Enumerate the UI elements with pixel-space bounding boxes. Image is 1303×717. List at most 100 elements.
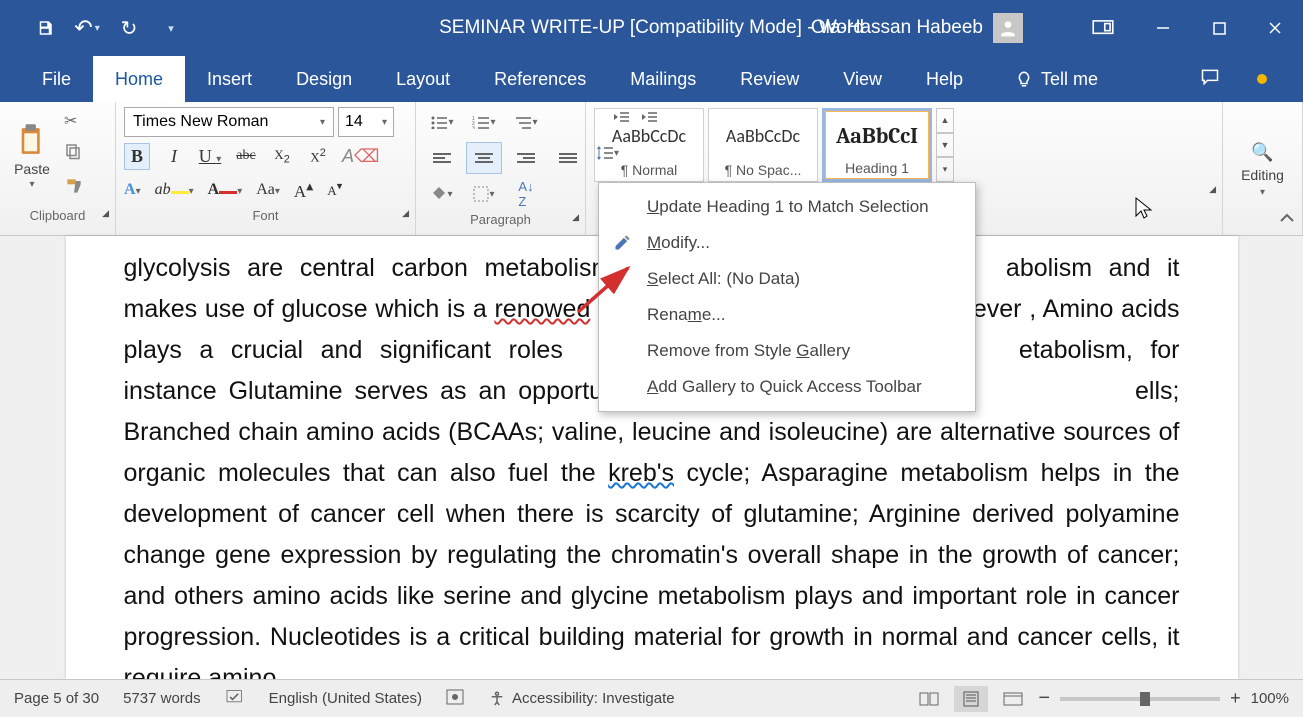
tab-review[interactable]: Review <box>718 56 821 102</box>
font-group-label: Font◢ <box>124 206 407 225</box>
style-preview: AaBbCcI <box>825 111 929 160</box>
copy-button[interactable] <box>64 142 84 165</box>
underline-button[interactable]: U ▾ <box>198 146 222 167</box>
paragraph-dialog-launcher[interactable]: ◢ <box>572 212 579 223</box>
group-font: Times New Roman▾ 14▾ B I U ▾ abc X2 X2 A… <box>116 102 416 235</box>
status-language[interactable]: English (United States) <box>269 690 422 707</box>
save-button[interactable] <box>28 14 62 42</box>
highlight-button[interactable]: ab▾ <box>155 181 194 199</box>
view-read-mode[interactable] <box>912 686 946 712</box>
italic-button[interactable]: I <box>162 146 186 167</box>
menu-rename[interactable]: Rename... <box>599 297 975 333</box>
menu-remove-from-gallery[interactable]: Remove from Style Gallery <box>599 333 975 369</box>
paste-button[interactable]: Paste ▾ <box>8 106 56 206</box>
status-bar: Page 5 of 30 5737 words English (United … <box>0 679 1303 717</box>
redo-button[interactable]: ↻ <box>112 14 146 42</box>
tab-file[interactable]: File <box>20 56 93 102</box>
user-name-label: Ola-Hassan Habeeb <box>811 17 983 39</box>
comments-icon[interactable] <box>1199 67 1221 92</box>
sort-button[interactable]: A↓Z <box>508 178 544 210</box>
align-right-button[interactable] <box>508 142 544 174</box>
tab-layout[interactable]: Layout <box>374 56 472 102</box>
maximize-button[interactable] <box>1191 0 1247 56</box>
tab-mailings[interactable]: Mailings <box>608 56 718 102</box>
style-preview: AaBbCcDc <box>709 109 817 162</box>
tell-me-label: Tell me <box>1041 69 1098 90</box>
status-macros-icon[interactable] <box>446 689 464 709</box>
zoom-out-button[interactable]: − <box>1038 687 1050 710</box>
tab-design[interactable]: Design <box>274 56 374 102</box>
undo-button[interactable]: ↶▾ <box>70 14 104 42</box>
font-name-combo[interactable]: Times New Roman▾ <box>124 107 334 137</box>
ribbon-display-options[interactable] <box>1083 8 1123 48</box>
clear-formatting-button[interactable]: A⌫ <box>342 146 366 167</box>
window-controls <box>1135 0 1303 56</box>
tab-insert[interactable]: Insert <box>185 56 274 102</box>
align-center-button[interactable] <box>466 142 502 174</box>
group-clipboard: Paste ▾ ✂ Clipboard◢ <box>0 102 116 235</box>
status-accessibility[interactable]: Accessibility: Investigate <box>488 690 675 708</box>
zoom-slider[interactable] <box>1060 697 1220 701</box>
tab-references[interactable]: References <box>472 56 608 102</box>
style-no-spacing[interactable]: AaBbCcDc ¶ No Spac... <box>708 108 818 182</box>
group-paragraph: ▾ 123▾ ▾ ▾ ▾ A↓Z ▾ Paragraph◢ <box>416 102 586 235</box>
close-button[interactable] <box>1247 0 1303 56</box>
status-word-count[interactable]: 5737 words <box>123 690 201 707</box>
superscript-button[interactable]: X2 <box>306 147 330 165</box>
shrink-font-button[interactable]: A▾ <box>327 180 342 200</box>
editing-label[interactable]: Editing <box>1241 167 1284 183</box>
strikethrough-button[interactable]: abc <box>234 148 258 164</box>
style-name-label: Heading 1 <box>825 160 929 179</box>
styles-dialog-launcher[interactable]: ◢ <box>1209 184 1216 195</box>
style-heading-1[interactable]: AaBbCcI Heading 1 <box>822 108 932 182</box>
grow-font-button[interactable]: A▴ <box>294 178 313 202</box>
font-size-combo[interactable]: 14▾ <box>338 107 394 137</box>
menu-modify[interactable]: Modify... <box>599 225 975 261</box>
tab-home[interactable]: Home <box>93 56 185 102</box>
text-effects-button[interactable]: A▾ <box>124 181 141 199</box>
spelling-status-icon[interactable] <box>225 689 245 709</box>
subscript-button[interactable]: X2 <box>270 147 294 166</box>
change-case-button[interactable]: Aa▾ <box>256 181 280 199</box>
format-painter-button[interactable] <box>64 176 84 201</box>
line-spacing-button[interactable]: ▾ <box>596 144 619 162</box>
tab-view[interactable]: View <box>821 56 904 102</box>
bullets-button[interactable]: ▾ <box>424 106 460 138</box>
styles-expand[interactable]: ▾ <box>936 157 954 182</box>
view-web-layout[interactable] <box>996 686 1030 712</box>
clipboard-group-label: Clipboard◢ <box>8 206 107 225</box>
increase-indent-button[interactable] <box>640 110 658 124</box>
pending-updates-icon[interactable] <box>1257 74 1267 84</box>
styles-scroll-up[interactable]: ▲ <box>936 108 954 133</box>
decrease-indent-button[interactable] <box>612 110 630 124</box>
minimize-button[interactable] <box>1135 0 1191 56</box>
menu-select-all[interactable]: Select All: (No Data) <box>599 261 975 297</box>
borders-button[interactable]: ▾ <box>466 178 502 210</box>
numbering-button[interactable]: 123▾ <box>466 106 502 138</box>
menu-update-to-match[interactable]: Update Heading 1 to Match Selection <box>599 189 975 225</box>
multilevel-list-button[interactable]: ▾ <box>508 106 544 138</box>
align-left-button[interactable] <box>424 142 460 174</box>
avatar-icon <box>993 13 1023 43</box>
tell-me-search[interactable]: Tell me <box>993 56 1120 102</box>
user-account[interactable]: Ola-Hassan Habeeb <box>811 13 1023 43</box>
quick-access-toolbar: ↶▾ ↻ ▾ <box>0 14 188 42</box>
qat-customize[interactable]: ▾ <box>154 14 188 42</box>
find-icon[interactable]: 🔍 <box>1251 142 1273 163</box>
menu-add-to-qat[interactable]: Add Gallery to Quick Access Toolbar <box>599 369 975 405</box>
status-page[interactable]: Page 5 of 30 <box>14 690 99 707</box>
tab-help[interactable]: Help <box>904 56 985 102</box>
view-print-layout[interactable] <box>954 686 988 712</box>
justify-button[interactable] <box>550 142 586 174</box>
font-color-button[interactable]: A▾ <box>208 181 243 199</box>
bold-button[interactable]: B <box>124 143 150 170</box>
cut-button[interactable]: ✂ <box>64 111 84 131</box>
collapse-ribbon-button[interactable] <box>1279 211 1295 229</box>
font-dialog-launcher[interactable]: ◢ <box>402 208 409 219</box>
zoom-in-button[interactable]: + <box>1230 688 1241 709</box>
styles-scroll-down[interactable]: ▼ <box>936 133 954 158</box>
clipboard-dialog-launcher[interactable]: ◢ <box>102 208 109 219</box>
zoom-percent[interactable]: 100% <box>1251 690 1289 707</box>
shading-button[interactable]: ▾ <box>424 178 460 210</box>
zoom-controls: − + 100% <box>1038 687 1289 710</box>
